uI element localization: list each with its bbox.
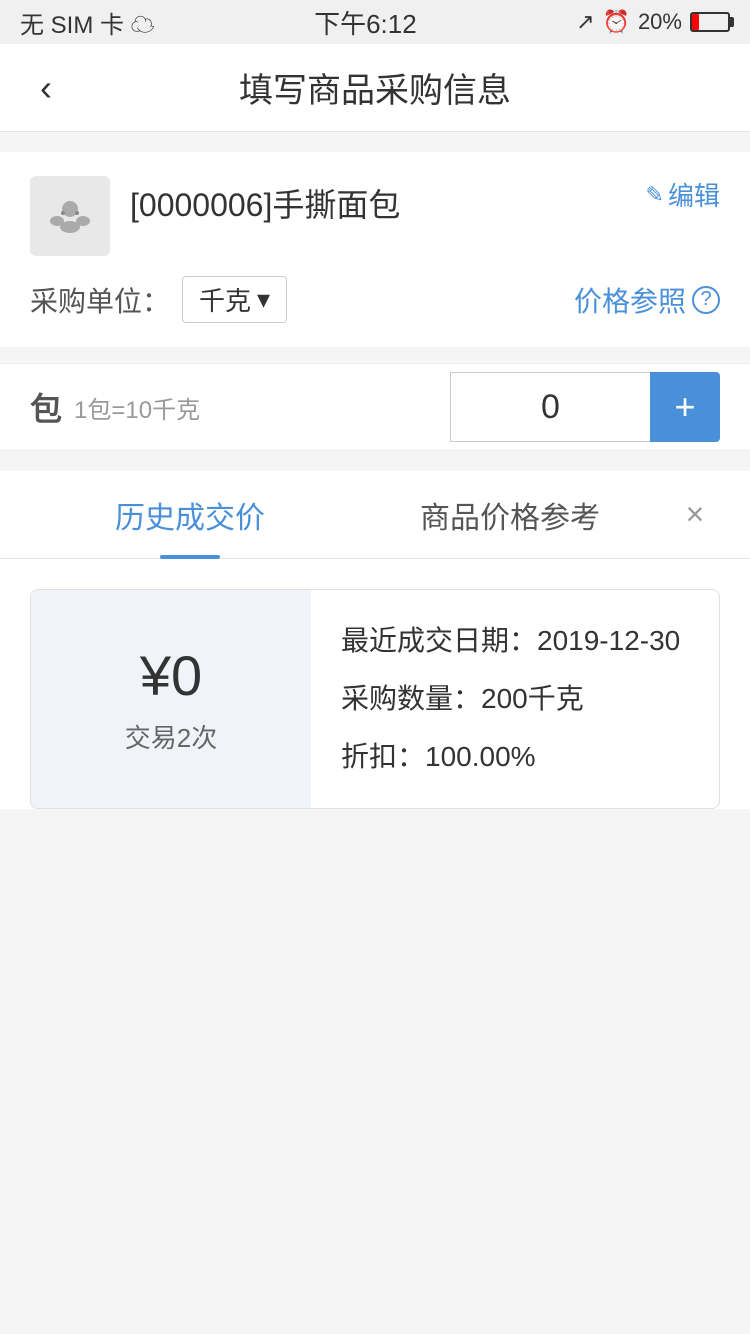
dropdown-arrow-icon: ▾ [257, 284, 270, 315]
product-name: [0000006]手撕面包 [130, 176, 400, 226]
page-title: 填写商品采购信息 [239, 63, 511, 112]
trade-discount-label: 折扣： [341, 741, 425, 772]
quantity-value: 0 [541, 388, 560, 427]
edit-icon: ✎ [646, 182, 664, 208]
sim-label: 无 SIM 卡 ☁ [20, 5, 155, 40]
trade-count-label: 交易2次 [125, 718, 217, 755]
quantity-plus-button[interactable]: + [650, 372, 720, 442]
unit-badge: 包 [30, 384, 62, 430]
status-time: 下午6:12 [314, 4, 417, 41]
unit-label-group: 包 1包=10千克 [30, 384, 200, 430]
product-thumbnail [30, 176, 110, 256]
alarm-icon: ⏰ [603, 9, 630, 35]
product-info: [0000006]手撕面包 [30, 176, 400, 256]
price-reference-button[interactable]: 价格参照 ? [574, 280, 720, 320]
product-top: [0000006]手撕面包 ✎ 编辑 [30, 176, 720, 256]
unit-select-dropdown[interactable]: 千克 ▾ [182, 276, 287, 323]
trade-recent-date: 最近成交日期：2019-12-30 [341, 620, 689, 662]
trade-purchase-qty-value: 200千克 [481, 683, 584, 714]
trade-details: 最近成交日期：2019-12-30 采购数量：200千克 折扣：100.00% [311, 590, 719, 808]
trade-price-number: 0 [171, 644, 202, 707]
trade-card: ¥0 交易2次 最近成交日期：2019-12-30 采购数量：200千克 折扣：… [30, 589, 720, 809]
purchase-unit-row: 采购单位： 千克 ▾ [30, 276, 287, 323]
back-button[interactable]: ‹ [30, 57, 62, 119]
battery-icon [690, 12, 730, 32]
trade-recent-date-label: 最近成交日期： [341, 625, 537, 656]
tab-history-price[interactable]: 历史成交价 [30, 471, 350, 559]
trade-price-value: ¥0 [140, 643, 202, 708]
quantity-row: 包 1包=10千克 0 + [0, 363, 750, 451]
status-left: 无 SIM 卡 ☁ [20, 5, 155, 40]
quantity-input[interactable]: 0 [450, 372, 650, 442]
trade-purchase-qty: 采购数量：200千克 [341, 678, 689, 720]
edit-button[interactable]: ✎ 编辑 [646, 176, 720, 213]
status-right: ↗ ⏰ 20% [576, 9, 730, 35]
quantity-controls: 0 + [450, 372, 720, 442]
tab-history-label: 历史成交价 [115, 493, 265, 537]
trade-discount: 折扣：100.00% [341, 736, 689, 778]
product-card: [0000006]手撕面包 ✎ 编辑 采购单位： 千克 ▾ 价格参照 ? [0, 152, 750, 347]
trade-discount-value: 100.00% [425, 741, 536, 772]
product-bottom: 采购单位： 千克 ▾ 价格参照 ? [30, 276, 720, 323]
edit-label: 编辑 [668, 176, 720, 213]
unit-select-value: 千克 [199, 281, 251, 318]
price-ref-label: 价格参照 [574, 280, 686, 320]
status-bar: 无 SIM 卡 ☁ 下午6:12 ↗ ⏰ 20% [0, 0, 750, 44]
help-icon: ? [692, 286, 720, 314]
tabs-header: 历史成交价 商品价格参考 × [0, 471, 750, 559]
trade-price-summary: ¥0 交易2次 [31, 590, 311, 808]
tabs-panel: 历史成交价 商品价格参考 × ¥0 交易2次 最近成交日期：2019-12-30… [0, 471, 750, 809]
unit-conversion: 1包=10千克 [74, 390, 200, 425]
tab-close-button[interactable]: × [670, 490, 720, 540]
tab-product-price-label: 商品价格参考 [420, 493, 600, 537]
trade-currency-symbol: ¥ [140, 644, 171, 707]
purchase-unit-label: 采购单位： [30, 280, 170, 320]
battery-label: 20% [638, 9, 682, 35]
tab-product-price-ref[interactable]: 商品价格参考 [350, 471, 670, 559]
trade-purchase-qty-label: 采购数量： [341, 683, 481, 714]
header: ‹ 填写商品采购信息 [0, 44, 750, 132]
location-icon: ↗ [576, 9, 594, 35]
trade-recent-date-value: 2019-12-30 [537, 625, 680, 656]
